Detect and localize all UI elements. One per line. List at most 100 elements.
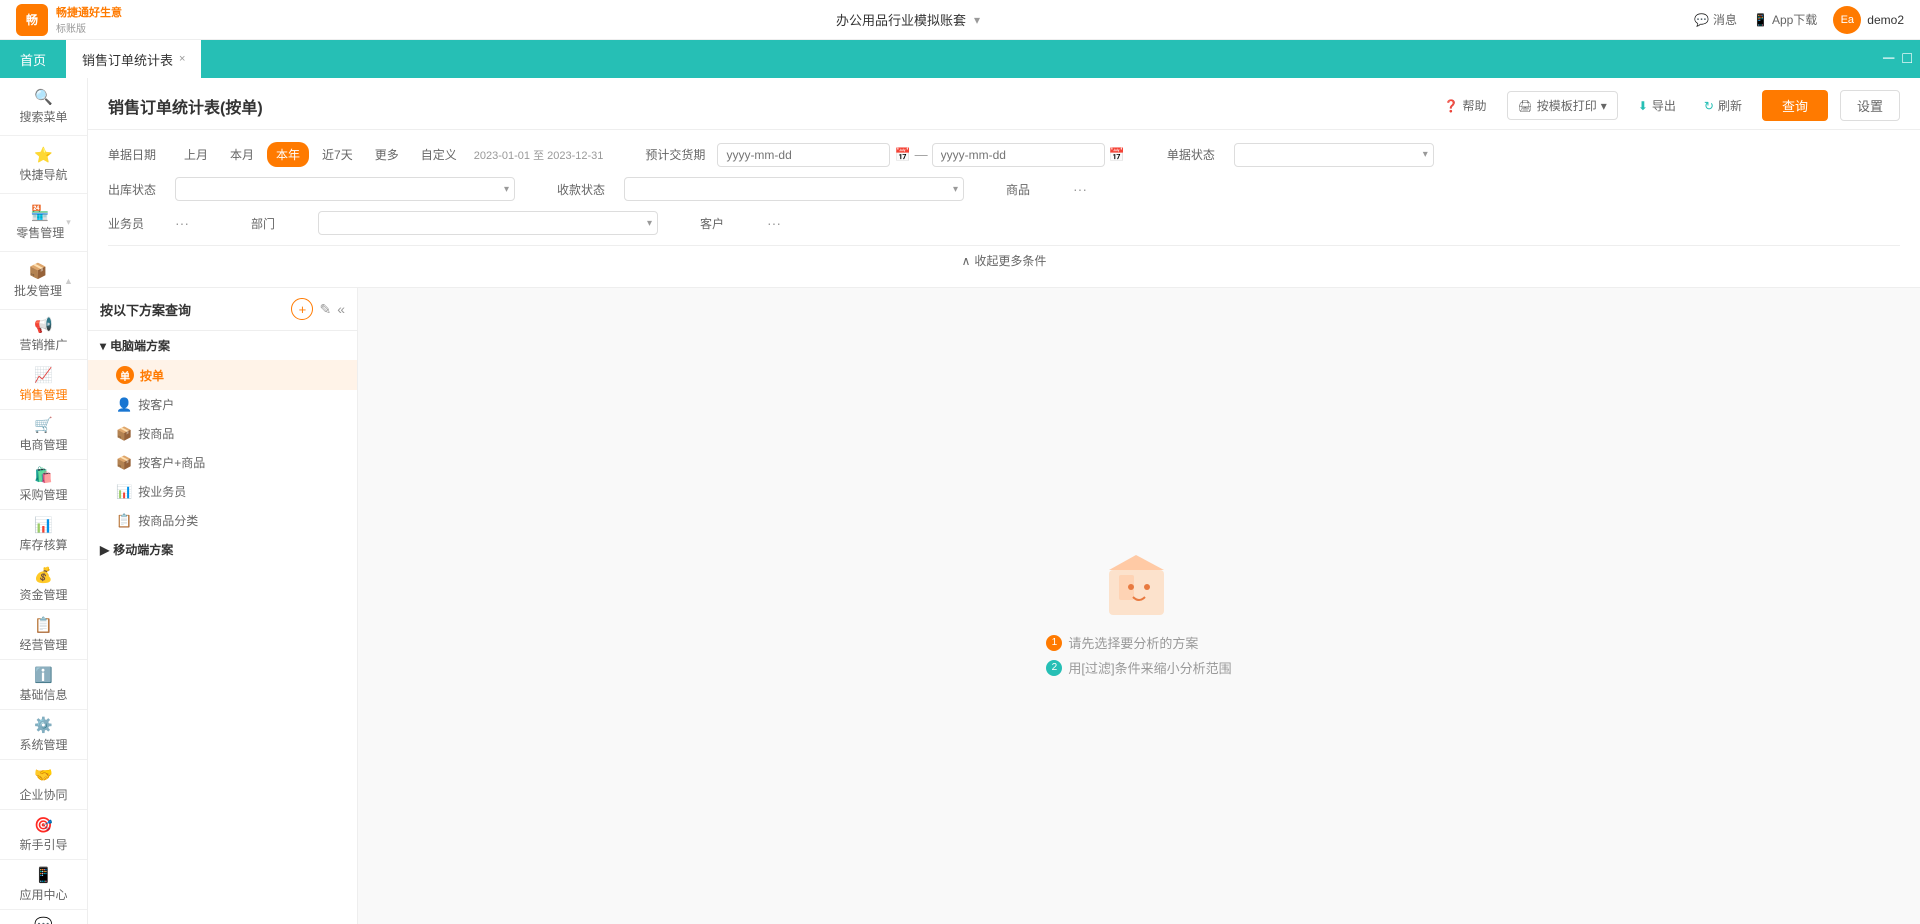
date-range-display: 2023-01-01 至 2023-12-31 [474,147,604,163]
sidebar-item-wholesale[interactable]: 📦 批发管理 ▲ [0,252,87,310]
tree-category-pc[interactable]: ▾ 电脑端方案 [88,331,357,360]
more-date-btn[interactable]: 更多 [366,142,408,167]
username: demo2 [1867,13,1904,27]
expected-date-group: 📅 — 📅 [717,143,1124,167]
retail-arrow-icon: ▾ [66,217,71,228]
sidebar-item-finance[interactable]: 💰 资金管理 [0,560,87,610]
ecommerce-icon: 🛒 [34,416,53,434]
app-logo: 畅 [16,4,48,36]
sidebar-item-operations[interactable]: 📋 经营管理 [0,610,87,660]
ship-status-wrapper: ▾ [175,177,515,201]
export-icon: ⬇ [1638,99,1648,113]
tab-sales-order[interactable]: 销售订单统计表 × [66,40,201,78]
custom-date-btn[interactable]: 自定义 [412,142,466,167]
help-icon: ❓ [1444,99,1459,113]
salesman-label: 业务员 [108,215,163,232]
phone-icon: 📱 [1753,13,1768,27]
receipt-status-wrapper: ▾ [624,177,964,201]
content-area: 销售订单统计表(按单) ❓ 帮助 🖨 按模板打印 ▾ ⬇ 导出 ↻ 刷新 [88,78,1920,924]
goods-ellipsis-button[interactable]: ··· [1073,181,1087,197]
maximize-button[interactable]: □ [1902,50,1912,68]
add-scheme-button[interactable]: + [291,298,313,320]
print-button[interactable]: 🖨 按模板打印 ▾ [1507,91,1618,120]
sidebar-item-basicinfo[interactable]: ℹ️ 基础信息 [0,660,87,710]
last-month-btn[interactable]: 上月 [175,142,217,167]
top-bar-center: 办公用品行业模拟账套 ▾ [836,10,980,29]
sidebar-item-collaboration[interactable]: 🤝 企业协同 [0,760,87,810]
this-year-btn[interactable]: 本年 [267,142,309,167]
filter-row-3: 业务员 ··· 部门 ▾ 客户 ··· [108,211,1900,235]
department-select[interactable] [318,211,658,235]
sidebar-item-marketing[interactable]: 📢 营销推广 [0,310,87,360]
empty-tips: 1 请先选择要分析的方案 2 用[过滤]条件来缩小分析范围 [1046,633,1231,677]
expected-date-start[interactable] [717,143,890,167]
goods-label: 商品 [1006,181,1061,198]
sidebar-item-appcenter[interactable]: 📱 应用中心 [0,860,87,910]
sidebar-item-sales[interactable]: 📈 销售管理 [0,360,87,410]
sidebar-item-purchase[interactable]: 🛍️ 采购管理 [0,460,87,510]
tree-container: ▾ 电脑端方案 单 按单 👤 按客户 📦 按商品 [88,331,357,564]
by-goods-icon: 📦 [116,426,132,442]
tree-category-mobile[interactable]: ▶ 移动端方案 [88,535,357,564]
sysadmin-icon: ⚙️ [34,716,53,734]
app-download-action[interactable]: 📱 App下载 [1753,11,1817,28]
tree-item-by-customer[interactable]: 👤 按客户 [88,390,357,419]
sidebar-item-quicknav[interactable]: ⭐ 快捷导航 [0,136,87,194]
top-bar-right: 💬 消息 📱 App下载 Ea demo2 [1694,6,1904,34]
page-selector-dropdown[interactable]: ▾ [974,13,980,27]
appcenter-icon: 📱 [34,866,53,884]
query-button[interactable]: 查询 [1762,90,1828,121]
collapse-panel-icon[interactable]: « [337,301,345,317]
export-button[interactable]: ⬇ 导出 [1630,93,1684,118]
message-action[interactable]: 💬 消息 [1694,11,1737,28]
sidebar-item-sysadmin[interactable]: ⚙️ 系统管理 [0,710,87,760]
tree-item-by-salesman[interactable]: 📊 按业务员 [88,477,357,506]
finance-icon: 💰 [34,566,53,584]
sidebar-item-inventory[interactable]: 📊 库存核算 [0,510,87,560]
tab-home[interactable]: 首页 [0,40,66,78]
bill-status-select[interactable] [1234,143,1434,167]
calendar-end-icon[interactable]: 📅 [1109,147,1125,163]
edit-scheme-icon[interactable]: ✎ [319,301,331,318]
by-order-icon: 单 [116,366,134,384]
tree-item-by-order[interactable]: 单 按单 [88,360,357,390]
tree-item-by-category[interactable]: 📋 按商品分类 [88,506,357,535]
inventory-icon: 📊 [34,516,53,534]
ship-status-select[interactable] [175,177,515,201]
collapse-filter-button[interactable]: ∧ 收起更多条件 [108,245,1900,275]
sidebar-item-search[interactable]: 🔍 搜索菜单 [0,78,87,136]
top-bar: 畅 畅捷通好生意 标账版 办公用品行业模拟账套 ▾ 💬 消息 📱 App下载 E… [0,0,1920,40]
department-wrapper: ▾ [318,211,658,235]
calendar-start-icon[interactable]: 📅 [894,147,910,163]
left-panel-title: 按以下方案查询 [100,300,191,319]
split-layout: 按以下方案查询 + ✎ « ▾ 电脑端方案 单 按单 [88,288,1920,924]
page-header-actions: ❓ 帮助 🖨 按模板打印 ▾ ⬇ 导出 ↻ 刷新 查询 设置 [1436,90,1900,121]
help-button[interactable]: ❓ 帮助 [1436,93,1495,118]
sidebar-item-corpwechat[interactable]: 💬 企业微信 [0,910,87,924]
filter-panel: 单据日期 上月 本月 本年 近7天 更多 自定义 2023-01-01 至 20… [88,130,1920,288]
empty-tip-2: 2 用[过滤]条件来缩小分析范围 [1046,658,1231,677]
sidebar: 🔍 搜索菜单 ⭐ 快捷导航 🏪 零售管理 ▾ 📦 批发管理 ▲ 📢 营销推广 [0,78,88,924]
expected-date-end[interactable] [932,143,1105,167]
customer-ellipsis-button[interactable]: ··· [767,215,781,231]
receipt-status-select[interactable] [624,177,964,201]
tree-item-by-goods[interactable]: 📦 按商品 [88,419,357,448]
sidebar-item-retail[interactable]: 🏪 零售管理 ▾ [0,194,87,252]
wholesale-icon: 📦 [29,262,48,280]
message-icon: 💬 [1694,13,1709,27]
user-profile[interactable]: Ea demo2 [1833,6,1904,34]
tab-close-icon[interactable]: × [179,53,185,65]
sidebar-item-ecommerce[interactable]: 🛒 电商管理 [0,410,87,460]
empty-tip-1: 1 请先选择要分析的方案 [1046,633,1231,652]
salesman-ellipsis-button[interactable]: ··· [175,215,189,231]
newguide-icon: 🎯 [34,816,53,834]
settings-button[interactable]: 设置 [1840,90,1900,121]
minimize-button[interactable]: ─ [1883,50,1894,68]
basicinfo-icon: ℹ️ [34,666,53,684]
tree-item-by-customer-goods[interactable]: 📦 按客户+商品 [88,448,357,477]
last7days-btn[interactable]: 近7天 [313,142,362,167]
this-month-btn[interactable]: 本月 [221,142,263,167]
refresh-button[interactable]: ↻ 刷新 [1696,93,1750,118]
left-panel: 按以下方案查询 + ✎ « ▾ 电脑端方案 单 按单 [88,288,358,924]
sidebar-item-newguide[interactable]: 🎯 新手引导 [0,810,87,860]
